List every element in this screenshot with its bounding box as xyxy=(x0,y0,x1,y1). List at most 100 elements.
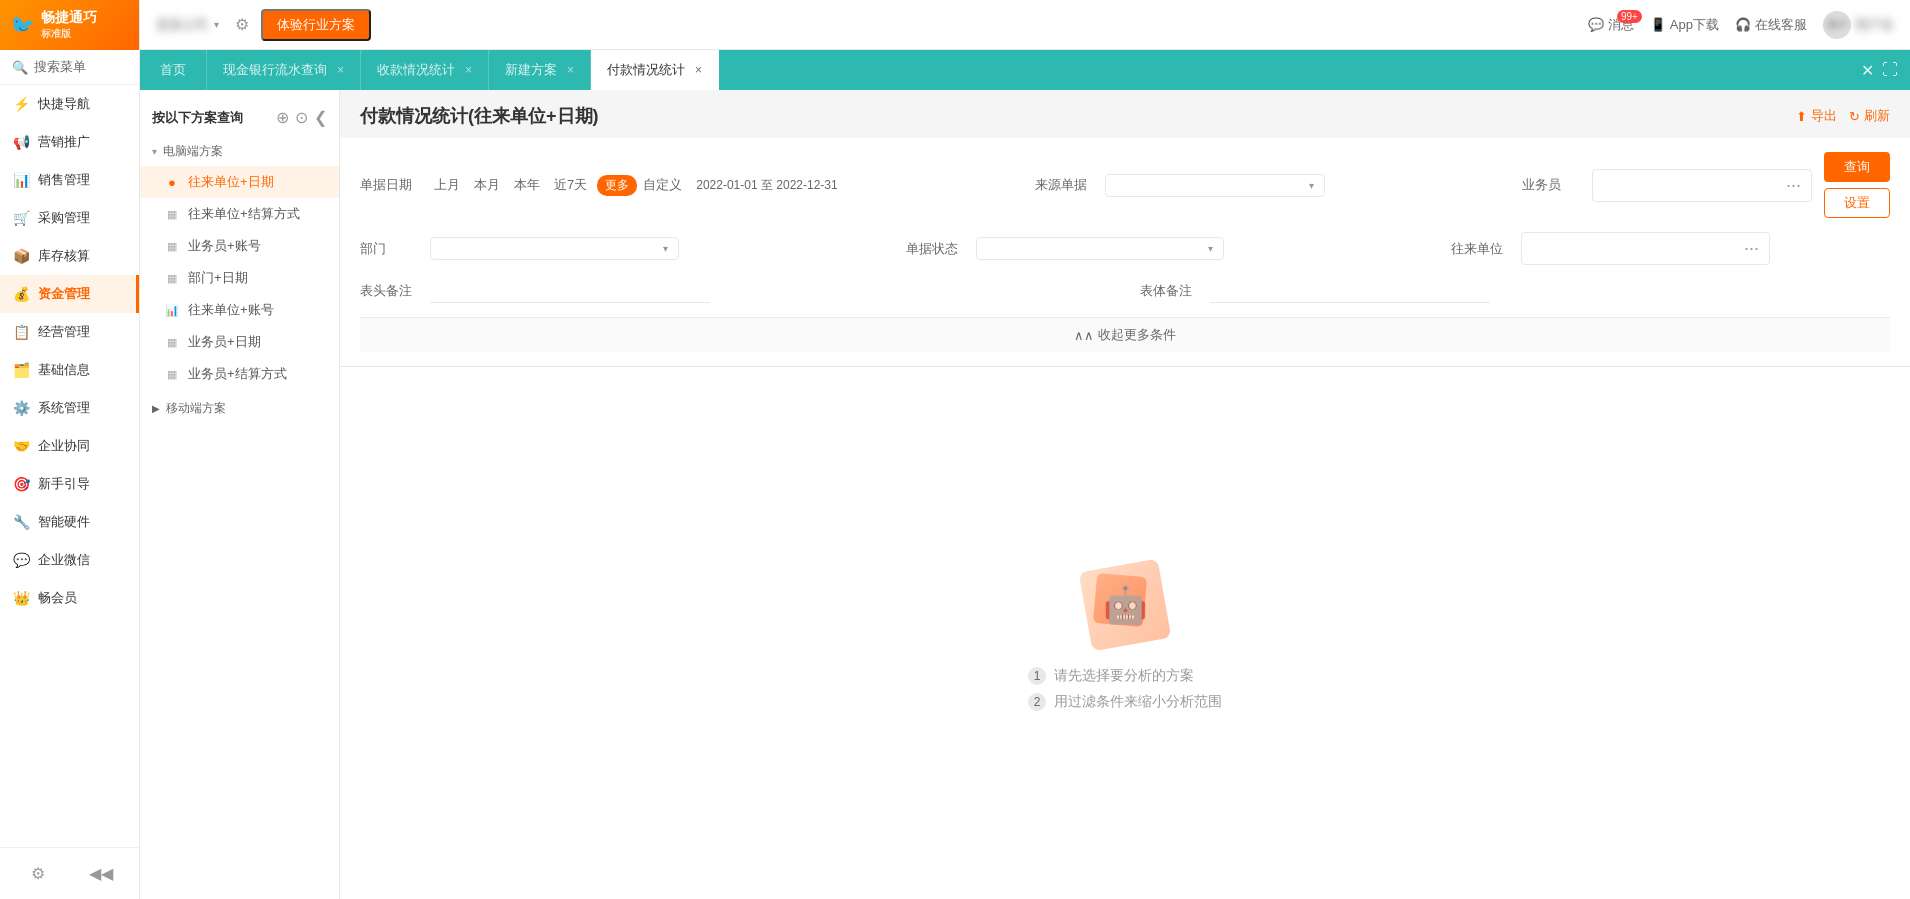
sidebar-item-label: 畅会员 xyxy=(38,589,77,607)
date-btn-this-month[interactable]: 本月 xyxy=(470,174,504,196)
manage-plan-btn[interactable]: ⊙ xyxy=(295,108,308,127)
sidebar-item-basic[interactable]: 🗂️ 基础信息 xyxy=(0,351,139,389)
sidebar-item-enterprise[interactable]: 🤝 企业协同 xyxy=(0,427,139,465)
messages-btn[interactable]: 💬 消息 99+ xyxy=(1588,16,1634,34)
logo-icon: 🐦 xyxy=(10,13,35,37)
plan-item-salesman-account[interactable]: ▦ 业务员+账号 xyxy=(140,230,339,262)
sidebar-item-quick-nav[interactable]: ⚡ 快捷导航 xyxy=(0,85,139,123)
service-icon: 🎧 xyxy=(1735,17,1751,32)
tab-bank-flow[interactable]: 现金银行流水查询 × xyxy=(207,50,361,90)
plan-item-label: 部门+日期 xyxy=(188,269,248,287)
user-profile[interactable]: 用户 用户名 xyxy=(1823,11,1894,39)
plan-item-unit-date[interactable]: ● 往来单位+日期 xyxy=(140,166,339,198)
salesman-select[interactable]: ··· xyxy=(1592,169,1812,202)
tab-receivable[interactable]: 收款情况统计 × xyxy=(361,50,489,90)
collapse-bar[interactable]: ∧∧ 收起更多条件 xyxy=(360,317,1890,352)
company-selector[interactable]: 某某公司 ▾ xyxy=(156,16,219,34)
sidebar-item-wechat[interactable]: 💬 企业微信 xyxy=(0,541,139,579)
tab-receivable-close[interactable]: × xyxy=(465,63,472,77)
source-select[interactable]: ▾ xyxy=(1105,174,1325,197)
expand-window-btn[interactable]: ⛶ xyxy=(1882,61,1898,79)
settings-bottom-btn[interactable]: ⚙ xyxy=(10,858,66,889)
plan-icon: ▦ xyxy=(164,334,180,350)
plan-item-label: 往来单位+日期 xyxy=(188,173,274,191)
header-note-input[interactable] xyxy=(430,279,710,303)
hint-2-num: 2 xyxy=(1028,693,1046,711)
sidebar: 🐦 畅捷通巧 标准版 🔍 搜索菜单 ⚡ 快捷导航 📢 营销推广 📊 销售管理 🛒… xyxy=(0,0,140,899)
tab-new-plan[interactable]: 新建方案 × xyxy=(489,50,591,90)
collapse-arrow-icon: ∧∧ xyxy=(1074,328,1094,343)
plan-item-dept-date[interactable]: ▦ 部门+日期 xyxy=(140,262,339,294)
sidebar-item-marketing[interactable]: 📢 营销推广 xyxy=(0,123,139,161)
related-unit-select[interactable]: ··· xyxy=(1521,232,1770,265)
hardware-icon: 🔧 xyxy=(12,513,30,531)
plan-item-salesman-date[interactable]: ▦ 业务员+日期 xyxy=(140,326,339,358)
app-download-label: App下载 xyxy=(1670,16,1719,34)
page-content: 按以下方案查询 ⊕ ⊙ ❮ ▾ 电脑端方案 ● 往来单位+日期 ▦ xyxy=(140,90,1910,899)
date-btn-7days[interactable]: 近7天 xyxy=(550,174,591,196)
plan-active-icon: ● xyxy=(164,174,180,190)
sidebar-item-hardware[interactable]: 🔧 智能硬件 xyxy=(0,503,139,541)
sidebar-item-system[interactable]: ⚙️ 系统管理 xyxy=(0,389,139,427)
export-btn[interactable]: ⬆ 导出 xyxy=(1796,107,1837,125)
date-btn-last-month[interactable]: 上月 xyxy=(430,174,464,196)
salesman-dots[interactable]: ··· xyxy=(1786,175,1801,196)
hint-1-text: 请先选择要分析的方案 xyxy=(1054,667,1194,685)
tab-new-plan-close[interactable]: × xyxy=(567,63,574,77)
date-buttons: 上月 本月 本年 近7天 更多 自定义 2022-01-01 至 2022-12… xyxy=(430,174,838,196)
plan-item-salesman-settle[interactable]: ▦ 业务员+结算方式 xyxy=(140,358,339,390)
tab-receivable-label: 收款情况统计 xyxy=(377,61,455,79)
topbar-gear-icon[interactable]: ⚙ xyxy=(235,15,249,34)
left-panel: 按以下方案查询 ⊕ ⊙ ❮ ▾ 电脑端方案 ● 往来单位+日期 ▦ xyxy=(140,90,340,899)
tab-home[interactable]: 首页 xyxy=(140,50,207,90)
company-chevron-icon[interactable]: ▾ xyxy=(214,19,219,30)
query-btn[interactable]: 查询 xyxy=(1824,152,1890,182)
online-service-label: 在线客服 xyxy=(1755,16,1807,34)
dept-select[interactable]: ▾ xyxy=(430,237,679,260)
sidebar-bottom: ⚙ ◀◀ xyxy=(0,847,139,899)
collapse-sidebar-btn[interactable]: ◀◀ xyxy=(74,858,130,889)
sidebar-item-label: 企业微信 xyxy=(38,551,90,569)
app-download-btn[interactable]: 📱 App下载 xyxy=(1650,16,1719,34)
close-all-tabs-btn[interactable]: ✕ xyxy=(1861,61,1874,80)
sidebar-item-inventory[interactable]: 📦 库存核算 xyxy=(0,237,139,275)
trial-btn[interactable]: 体验行业方案 xyxy=(261,9,371,41)
tab-bank-flow-label: 现金银行流水查询 xyxy=(223,61,327,79)
sidebar-item-purchase[interactable]: 🛒 采购管理 xyxy=(0,199,139,237)
mobile-plan-section[interactable]: ▶ 移动端方案 xyxy=(140,394,339,423)
sidebar-item-guide[interactable]: 🎯 新手引导 xyxy=(0,465,139,503)
date-btn-custom[interactable]: 自定义 xyxy=(643,176,682,194)
doc-status-select[interactable]: ▾ xyxy=(976,237,1225,260)
capital-icon: 💰 xyxy=(12,285,30,303)
add-plan-btn[interactable]: ⊕ xyxy=(276,108,289,127)
sidebar-item-operation[interactable]: 📋 经营管理 xyxy=(0,313,139,351)
plan-icon: ▦ xyxy=(164,270,180,286)
dept-chevron-icon: ▾ xyxy=(663,243,668,254)
refresh-btn[interactable]: ↻ 刷新 xyxy=(1849,107,1890,125)
right-area: 付款情况统计(往来单位+日期) ⬆ 导出 ↻ 刷新 单据日期 xyxy=(340,90,1910,899)
filter-area: 单据日期 上月 本月 本年 近7天 更多 自定义 2022-01-01 至 20… xyxy=(340,138,1910,367)
wechat-icon: 💬 xyxy=(12,551,30,569)
sidebar-item-sales[interactable]: 📊 销售管理 xyxy=(0,161,139,199)
tab-payment-stat[interactable]: 付款情况统计 × xyxy=(591,50,719,90)
date-btn-more[interactable]: 更多 xyxy=(597,175,637,196)
tabbar: 首页 现金银行流水查询 × 收款情况统计 × 新建方案 × 付款情况统计 × ✕… xyxy=(140,50,1910,90)
date-btn-this-year[interactable]: 本年 xyxy=(510,174,544,196)
tab-bank-flow-close[interactable]: × xyxy=(337,63,344,77)
online-service-btn[interactable]: 🎧 在线客服 xyxy=(1735,16,1807,34)
empty-hint-1: 1 请先选择要分析的方案 xyxy=(1028,667,1222,685)
sidebar-item-label: 库存核算 xyxy=(38,247,90,265)
collapse-panel-btn[interactable]: ❮ xyxy=(314,108,327,127)
page-header-actions: ⬆ 导出 ↻ 刷新 xyxy=(1796,107,1890,125)
sidebar-item-capital[interactable]: 💰 资金管理 xyxy=(0,275,139,313)
mobile-plan-arrow: ▶ xyxy=(152,403,160,414)
body-note-input[interactable] xyxy=(1210,279,1490,303)
related-unit-dots[interactable]: ··· xyxy=(1744,238,1759,259)
tab-payment-stat-close[interactable]: × xyxy=(695,63,702,77)
settings-btn[interactable]: 设置 xyxy=(1824,188,1890,218)
search-menu[interactable]: 🔍 搜索菜单 xyxy=(0,50,139,85)
plan-item-unit-account[interactable]: 📊 往来单位+账号 xyxy=(140,294,339,326)
desktop-plan-title[interactable]: ▾ 电脑端方案 xyxy=(140,137,339,166)
plan-item-unit-settle[interactable]: ▦ 往来单位+结算方式 xyxy=(140,198,339,230)
sidebar-item-member[interactable]: 👑 畅会员 xyxy=(0,579,139,617)
